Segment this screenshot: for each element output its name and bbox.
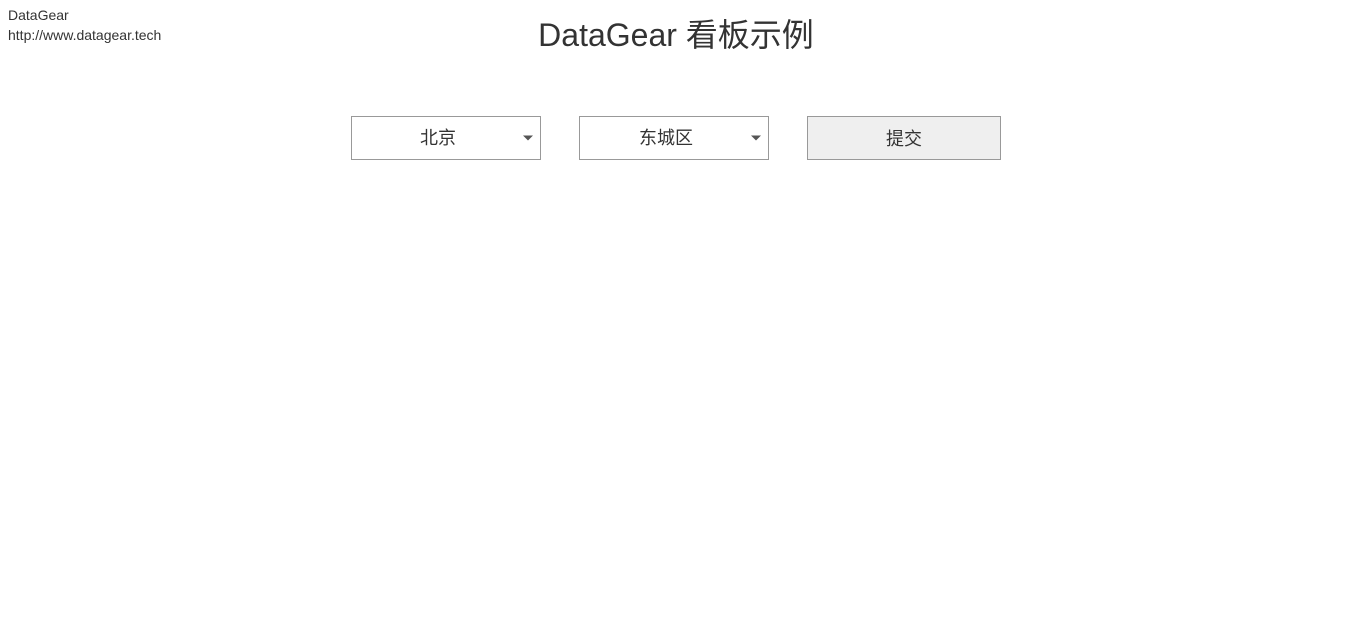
brand-name: DataGear [8,6,161,26]
submit-button[interactable]: 提交 [807,116,1001,160]
district-select-wrap: 东城区 [579,116,769,160]
filter-form: 北京 东城区 提交 [0,116,1352,160]
page-title: DataGear 看板示例 [0,0,1352,56]
brand-block: DataGear http://www.datagear.tech [8,6,161,45]
city-select-wrap: 北京 [351,116,541,160]
district-select[interactable]: 东城区 [579,116,769,160]
city-select[interactable]: 北京 [351,116,541,160]
brand-url-text: http://www.datagear.tech [8,26,161,46]
